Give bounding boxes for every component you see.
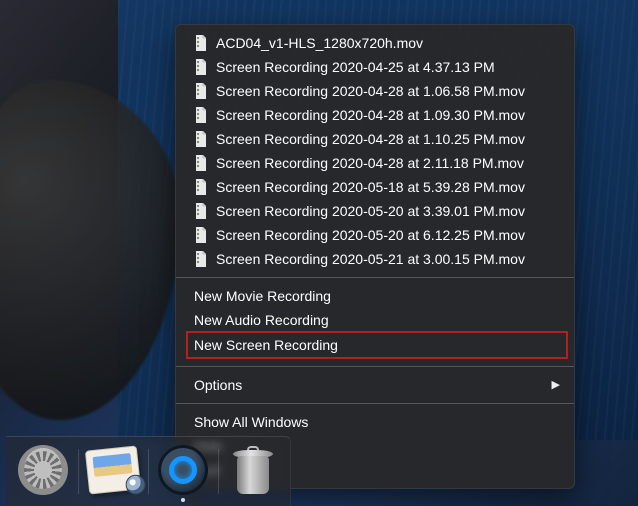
movie-file-icon — [194, 83, 208, 99]
recent-file-item[interactable]: Screen Recording 2020-04-28 at 1.09.30 P… — [176, 103, 574, 127]
recent-file-item[interactable]: Screen Recording 2020-04-28 at 2.11.18 P… — [176, 151, 574, 175]
recent-file-item[interactable]: Screen Recording 2020-04-28 at 1.06.58 P… — [176, 79, 574, 103]
dock-item-preview[interactable] — [78, 443, 148, 504]
recent-file-label: Screen Recording 2020-04-28 at 1.09.30 P… — [216, 105, 560, 125]
running-indicator-dot — [181, 498, 185, 502]
new-audio-recording-item[interactable]: New Audio Recording — [176, 308, 574, 332]
recent-file-item[interactable]: Screen Recording 2020-04-28 at 1.10.25 P… — [176, 127, 574, 151]
menu-item-label: Show All Windows — [194, 412, 560, 432]
recent-file-item[interactable]: Screen Recording 2020-05-20 at 3.39.01 P… — [176, 199, 574, 223]
submenu-chevron-icon: ▶ — [552, 375, 560, 395]
new-movie-recording-item[interactable]: New Movie Recording — [176, 284, 574, 308]
recent-file-item[interactable]: Screen Recording 2020-05-18 at 5.39.28 P… — [176, 175, 574, 199]
movie-file-icon — [194, 179, 208, 195]
recent-file-item[interactable]: Screen Recording 2020-04-25 at 4.37.13 P… — [176, 55, 574, 79]
recent-file-label: Screen Recording 2020-05-21 at 3.00.15 P… — [216, 249, 560, 269]
menu-separator — [176, 403, 574, 404]
preview-app-icon — [86, 443, 140, 497]
menu-item-label: Options — [194, 375, 544, 395]
recent-file-item[interactable]: Screen Recording 2020-05-20 at 6.12.25 P… — [176, 223, 574, 247]
movie-file-icon — [194, 155, 208, 171]
annotation-highlight-box: New Screen Recording — [186, 331, 568, 359]
quicktime-player-icon — [156, 443, 210, 497]
dock — [0, 436, 297, 506]
dock-item-trash[interactable] — [218, 443, 288, 504]
movie-file-icon — [194, 203, 208, 219]
recent-file-label: Screen Recording 2020-05-20 at 3.39.01 P… — [216, 201, 560, 221]
menu-item-label: New Screen Recording — [194, 335, 560, 355]
trash-icon — [226, 443, 280, 497]
movie-file-icon — [194, 107, 208, 123]
dock-item-system-preferences[interactable] — [8, 443, 78, 504]
recent-file-label: Screen Recording 2020-05-18 at 5.39.28 P… — [216, 177, 560, 197]
dock-context-menu: ACD04_v1-HLS_1280x720h.mov Screen Record… — [175, 24, 575, 489]
recent-file-label: Screen Recording 2020-04-28 at 1.10.25 P… — [216, 129, 560, 149]
new-screen-recording-item[interactable]: New Screen Recording — [192, 333, 562, 357]
movie-file-icon — [194, 251, 208, 267]
options-submenu-item[interactable]: Options ▶ — [176, 373, 574, 397]
menu-separator — [176, 366, 574, 367]
recent-file-label: Screen Recording 2020-04-28 at 2.11.18 P… — [216, 153, 560, 173]
recent-file-label: Screen Recording 2020-05-20 at 6.12.25 P… — [216, 225, 560, 245]
recent-file-item[interactable]: Screen Recording 2020-05-21 at 3.00.15 P… — [176, 247, 574, 271]
recent-file-label: ACD04_v1-HLS_1280x720h.mov — [216, 33, 560, 53]
movie-file-icon — [194, 35, 208, 51]
show-all-windows-item[interactable]: Show All Windows — [176, 410, 574, 434]
menu-item-label: New Audio Recording — [194, 310, 560, 330]
recent-files-section: ACD04_v1-HLS_1280x720h.mov Screen Record… — [176, 29, 574, 273]
movie-file-icon — [194, 227, 208, 243]
movie-file-icon — [194, 131, 208, 147]
menu-item-label: New Movie Recording — [194, 286, 560, 306]
recent-file-item[interactable]: ACD04_v1-HLS_1280x720h.mov — [176, 31, 574, 55]
recent-file-label: Screen Recording 2020-04-28 at 1.06.58 P… — [216, 81, 560, 101]
recent-file-label: Screen Recording 2020-04-25 at 4.37.13 P… — [216, 57, 560, 77]
menu-separator — [176, 277, 574, 278]
movie-file-icon — [194, 59, 208, 75]
options-section: Options ▶ — [176, 371, 574, 399]
system-preferences-icon — [16, 443, 70, 497]
new-recording-section: New Movie Recording New Audio Recording … — [176, 282, 574, 362]
dock-item-quicktime-player[interactable] — [148, 443, 218, 504]
